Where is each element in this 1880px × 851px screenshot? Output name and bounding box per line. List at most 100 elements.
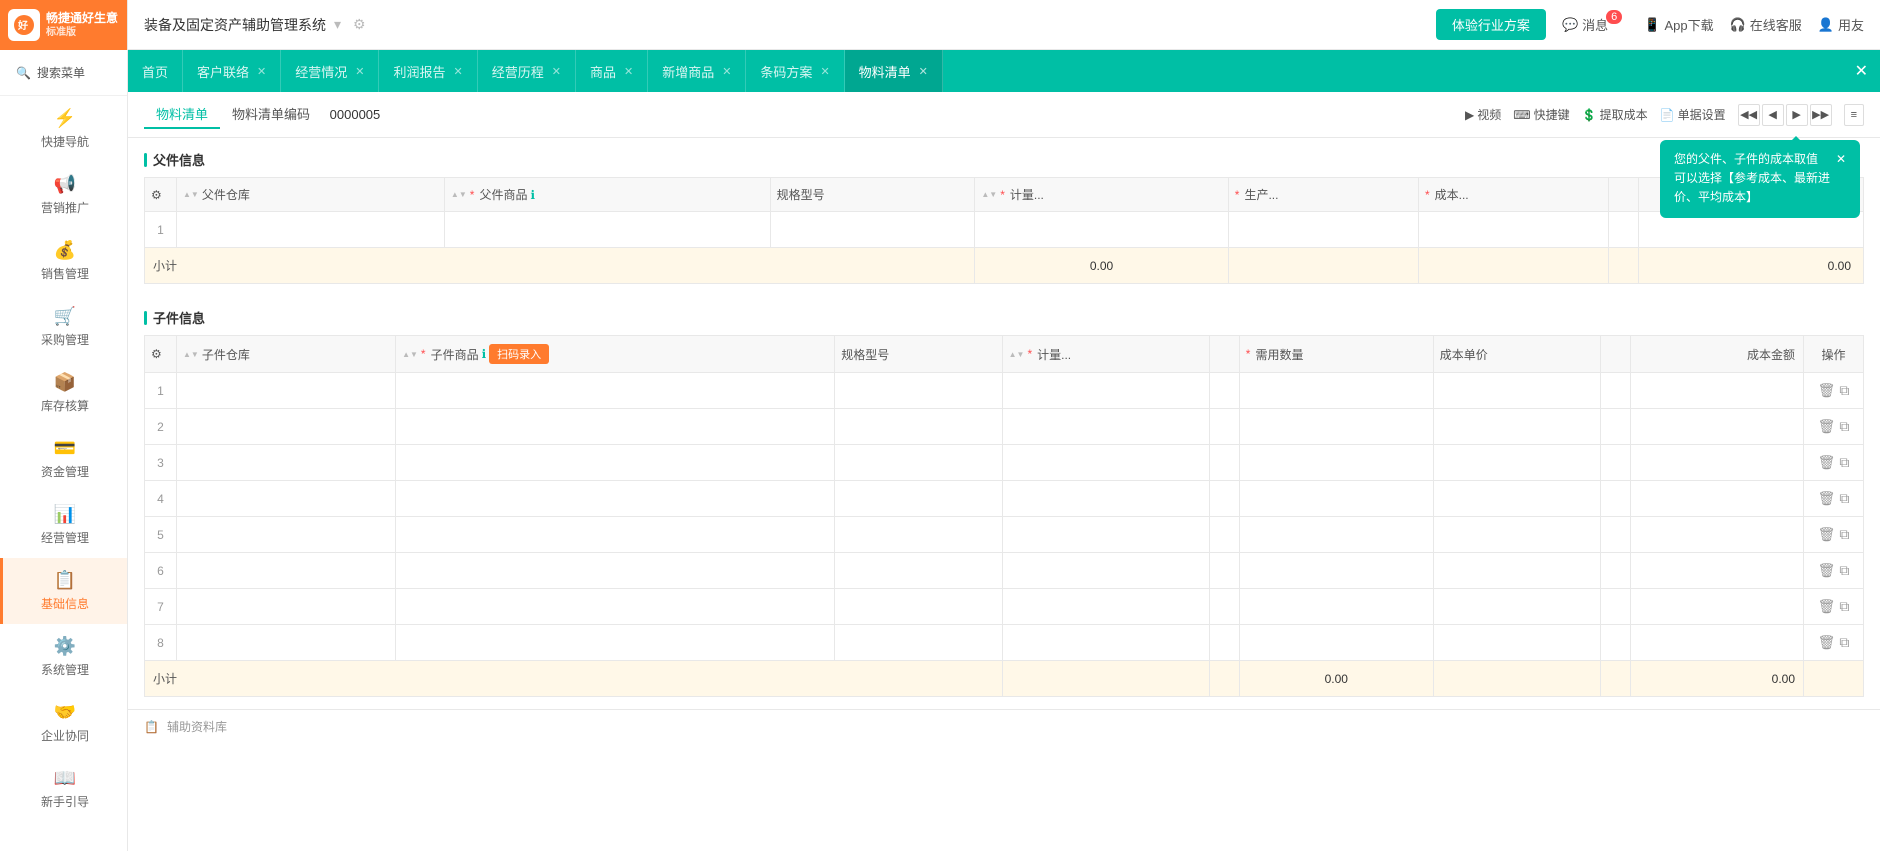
child-warehouse-cell-3[interactable] [177,445,396,481]
app-download-action[interactable]: 📱 App下载 [1644,15,1713,34]
child-warehouse-cell-8[interactable] [177,625,396,661]
tab-close-bom[interactable]: ✕ [919,65,928,78]
parent-unit-cell-1[interactable] [975,212,1228,248]
parent-warehouse-cell-1[interactable] [177,212,445,248]
tab-close-history[interactable]: ✕ [552,65,561,78]
sidebar-item-purchase[interactable]: 🛒 采购管理 [0,294,127,360]
child-unit-price-cell-4[interactable] [1433,481,1600,517]
child-unit-price-cell-3[interactable] [1433,445,1600,481]
child-unit-cell-1[interactable] [1002,373,1209,409]
tooltip-close-btn[interactable]: ✕ [1836,150,1846,169]
child-unit-cell-4[interactable] [1002,481,1209,517]
grid-view-btn[interactable]: ≡ [1844,104,1864,126]
pager-first-btn[interactable]: ◀◀ [1738,104,1760,126]
delete-icon-6[interactable]: 🗑 [1818,562,1836,579]
online-service-action[interactable]: 🎧 在线客服 [1730,15,1802,34]
child-product-cell-2[interactable] [396,409,835,445]
child-unit-price-cell-1[interactable] [1433,373,1600,409]
child-quantity-cell-3[interactable] [1239,445,1433,481]
view-action[interactable]: ▶ 视频 [1465,106,1501,123]
tab-product[interactable]: 商品 ✕ [576,50,648,92]
sidebar-item-collab[interactable]: 🤝 企业协同 [0,690,127,756]
child-unit-cell-7[interactable] [1002,589,1209,625]
tab-close-product[interactable]: ✕ [624,65,633,78]
child-col-settings[interactable]: ⚙ [145,336,177,373]
copy-icon-8[interactable]: ⧉ [1839,634,1849,651]
child-spec-cell-2[interactable] [835,409,1002,445]
sidebar-item-operation[interactable]: 📊 经营管理 [0,492,127,558]
parent-cost-cell-1[interactable] [1418,212,1608,248]
delete-icon-4[interactable]: 🗑 [1818,490,1836,507]
child-unit-cell-8[interactable] [1002,625,1209,661]
child-unit-price-cell-5[interactable] [1433,517,1600,553]
pager-last-btn[interactable]: ▶▶ [1810,104,1832,126]
search-menu-item[interactable]: 🔍 搜索菜单 [8,58,119,87]
child-quantity-cell-7[interactable] [1239,589,1433,625]
user-action[interactable]: 👤 用友 [1818,15,1864,34]
child-quantity-cell-2[interactable] [1239,409,1433,445]
extract-cost-action[interactable]: 💲 提取成本 [1582,106,1648,123]
tab-home[interactable]: 首页 [128,50,183,92]
settings-icon[interactable]: ⚙ [353,16,366,33]
child-warehouse-cell-6[interactable] [177,553,396,589]
child-product-cell-7[interactable] [396,589,835,625]
sidebar-item-system[interactable]: ⚙️ 系统管理 [0,624,127,690]
sidebar-item-quick[interactable]: ⚡ 快捷导航 [0,96,127,162]
child-product-cell-1[interactable] [396,373,835,409]
child-warehouse-cell-5[interactable] [177,517,396,553]
sub-tab-code[interactable]: 物料清单编码 0000005 [220,100,392,129]
child-spec-cell-7[interactable] [835,589,1002,625]
child-warehouse-cell-1[interactable] [177,373,396,409]
copy-icon-5[interactable]: ⧉ [1839,526,1849,543]
tab-close-operation[interactable]: ✕ [355,65,364,78]
child-unit-cell-5[interactable] [1002,517,1209,553]
sidebar-item-marketing[interactable]: 📢 营销推广 [0,162,127,228]
child-spec-cell-4[interactable] [835,481,1002,517]
child-warehouse-cell-4[interactable] [177,481,396,517]
child-unit-price-cell-8[interactable] [1433,625,1600,661]
child-quantity-cell-6[interactable] [1239,553,1433,589]
delete-icon-8[interactable]: 🗑 [1818,634,1836,651]
sidebar-item-sales[interactable]: 💰 销售管理 [0,228,127,294]
delete-icon-1[interactable]: 🗑 [1818,382,1836,399]
tab-close-new-product[interactable]: ✕ [722,65,731,78]
copy-icon-4[interactable]: ⧉ [1839,490,1849,507]
tab-new-product[interactable]: 新增商品 ✕ [648,50,746,92]
tab-close-barcode[interactable]: ✕ [820,65,829,78]
tab-customer[interactable]: 客户联络 ✕ [183,50,281,92]
child-quantity-cell-5[interactable] [1239,517,1433,553]
sidebar-item-finance[interactable]: 💳 资金管理 [0,426,127,492]
delete-icon-7[interactable]: 🗑 [1818,598,1836,615]
scan-input-button[interactable]: 扫码录入 [489,344,549,364]
copy-icon-2[interactable]: ⧉ [1839,418,1849,435]
child-unit-cell-2[interactable] [1002,409,1209,445]
sidebar-item-inventory[interactable]: 📦 库存核算 [0,360,127,426]
copy-icon-7[interactable]: ⧉ [1839,598,1849,615]
single-settings-action[interactable]: 📄 单据设置 [1660,106,1726,123]
pager-next-btn[interactable]: ▶ [1786,104,1808,126]
child-product-cell-4[interactable] [396,481,835,517]
child-unit-price-cell-6[interactable] [1433,553,1600,589]
child-quantity-cell-8[interactable] [1239,625,1433,661]
sidebar-item-base[interactable]: 📋 基础信息 [0,558,127,624]
child-product-cell-8[interactable] [396,625,835,661]
child-spec-cell-8[interactable] [835,625,1002,661]
tab-close-profit[interactable]: ✕ [454,65,463,78]
child-unit-price-cell-7[interactable] [1433,589,1600,625]
try-industry-button[interactable]: 体验行业方案 [1436,9,1546,40]
delete-icon-3[interactable]: 🗑 [1818,454,1836,471]
copy-icon-3[interactable]: ⧉ [1839,454,1849,471]
delete-icon-5[interactable]: 🗑 [1818,526,1836,543]
pager-prev-btn[interactable]: ◀ [1762,104,1784,126]
child-spec-cell-5[interactable] [835,517,1002,553]
tab-history[interactable]: 经营历程 ✕ [478,50,576,92]
sidebar-item-guide[interactable]: 📖 新手引导 [0,756,127,822]
tab-barcode[interactable]: 条码方案 ✕ [746,50,844,92]
shortcut-action[interactable]: ⌨ 快捷键 [1513,106,1569,123]
tab-profit[interactable]: 利润报告 ✕ [379,50,477,92]
child-warehouse-cell-2[interactable] [177,409,396,445]
parent-production-cell-1[interactable] [1228,212,1418,248]
copy-icon-6[interactable]: ⧉ [1839,562,1849,579]
tab-bom[interactable]: 物料清单 ✕ [845,50,943,92]
child-spec-cell-3[interactable] [835,445,1002,481]
